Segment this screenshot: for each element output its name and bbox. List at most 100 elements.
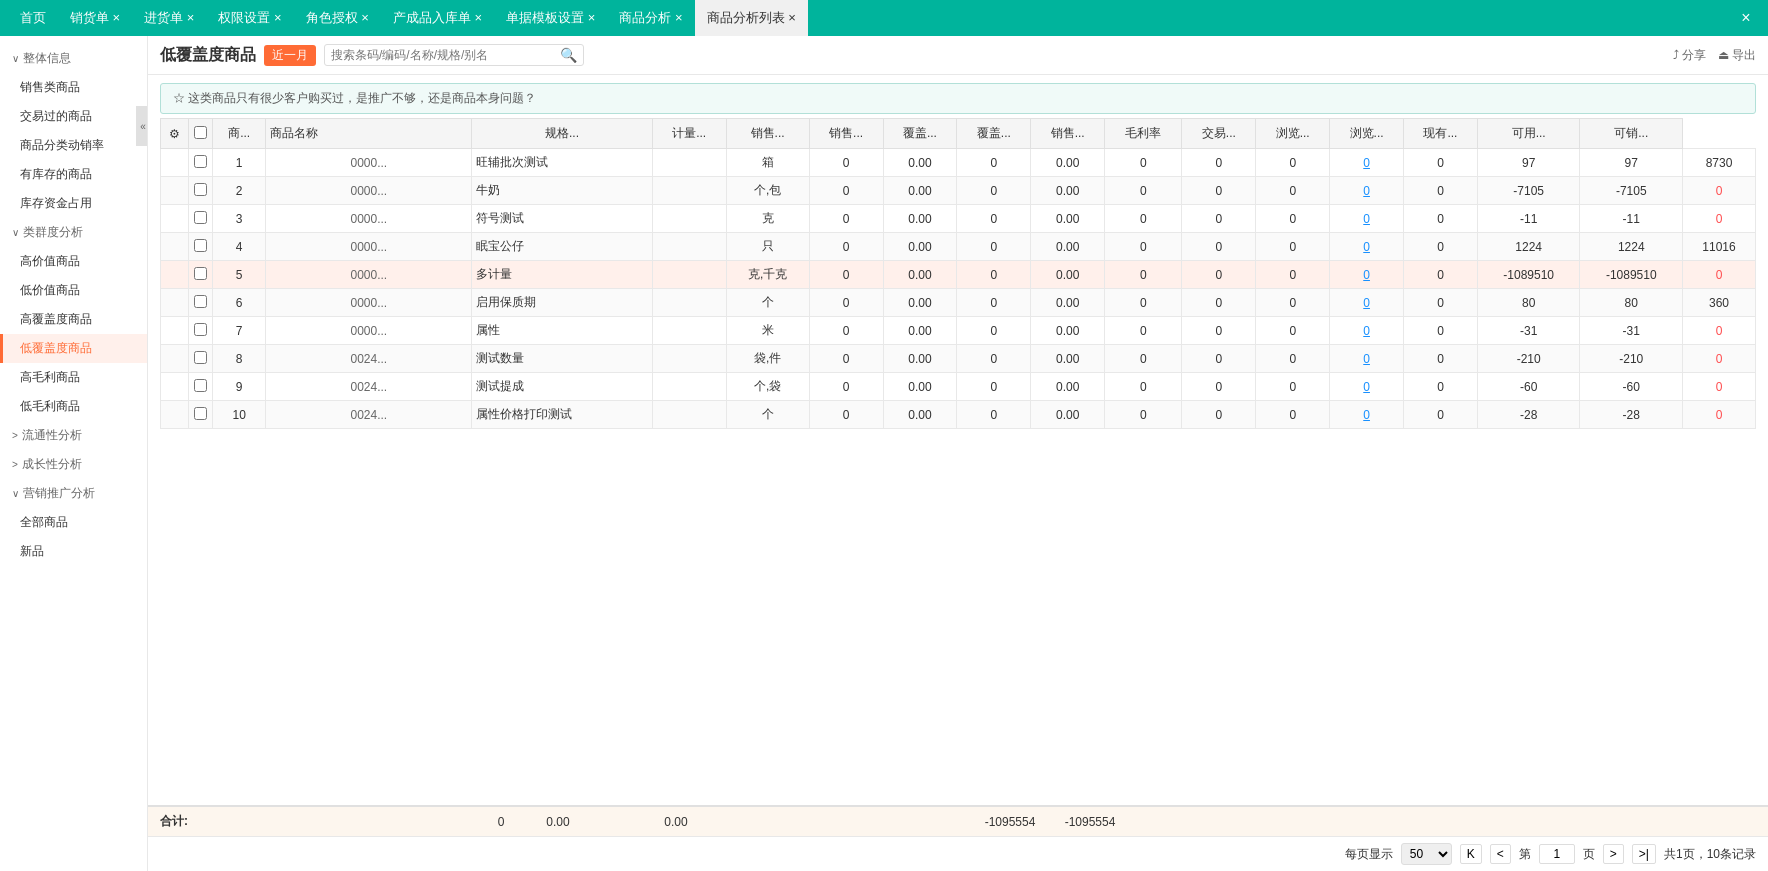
cell-check-5[interactable]: [189, 289, 213, 317]
cell-browse1-1[interactable]: 0: [1330, 177, 1404, 205]
table-row: 2 0000... 牛奶 个,包 0 0.00 0 0.00 0 0 0 0 0…: [161, 177, 1756, 205]
next-page-btn[interactable]: >: [1603, 844, 1624, 864]
cell-sales-count-3: 0: [809, 233, 883, 261]
sidebar-section-liquidity[interactable]: > 流通性分析: [0, 421, 147, 450]
cell-settings-0: [161, 149, 189, 177]
sidebar-item-category-rate[interactable]: 商品分类动销率: [0, 131, 147, 160]
nav-home[interactable]: 首页: [8, 0, 58, 36]
current-page-input[interactable]: [1539, 844, 1575, 864]
nav-product-storage[interactable]: 产成品入库单 ×: [381, 0, 494, 36]
sidebar-item-traded-products[interactable]: 交易过的商品: [0, 102, 147, 131]
cell-browse1-5[interactable]: 0: [1330, 289, 1404, 317]
row-checkbox-3[interactable]: [194, 239, 207, 252]
export-btn[interactable]: ⏏ 导出: [1718, 47, 1756, 64]
cell-browse1-0[interactable]: 0: [1330, 149, 1404, 177]
cell-browse2-2: 0: [1404, 205, 1478, 233]
cell-check-2[interactable]: [189, 205, 213, 233]
sidebar-item-stocked-products[interactable]: 有库存的商品: [0, 160, 147, 189]
cell-check-7[interactable]: [189, 345, 213, 373]
cell-trade-6: 0: [1256, 317, 1330, 345]
cell-browse1-4[interactable]: 0: [1330, 261, 1404, 289]
row-checkbox-8[interactable]: [194, 379, 207, 392]
cell-sales-count-5: 0: [809, 289, 883, 317]
sidebar-section-marketing[interactable]: ∨ 营销推广分析: [0, 479, 147, 508]
cell-check-6[interactable]: [189, 317, 213, 345]
prev-page-btn[interactable]: <: [1490, 844, 1511, 864]
row-checkbox-2[interactable]: [194, 211, 207, 224]
cell-browse1-7[interactable]: 0: [1330, 345, 1404, 373]
time-filter-btn[interactable]: 近一月: [264, 45, 316, 66]
cell-unit-1: 个,包: [726, 177, 809, 205]
nav-product-analysis-list[interactable]: 商品分析列表 ×: [695, 0, 808, 36]
row-checkbox-9[interactable]: [194, 407, 207, 420]
sidebar-item-high-margin[interactable]: 高毛利商品: [0, 363, 147, 392]
cell-sales3-6: 0: [1105, 317, 1182, 345]
sidebar-item-high-value[interactable]: 高价值商品: [0, 247, 147, 276]
share-btn[interactable]: ⤴ 分享: [1673, 47, 1706, 64]
select-all-checkbox[interactable]: [194, 126, 207, 139]
cell-check-4[interactable]: [189, 261, 213, 289]
nav-permission[interactable]: 权限设置 ×: [206, 0, 293, 36]
cell-check-9[interactable]: [189, 401, 213, 429]
cell-check-1[interactable]: [189, 177, 213, 205]
cell-check-8[interactable]: [189, 373, 213, 401]
sidebar-item-low-value[interactable]: 低价值商品: [0, 276, 147, 305]
sidebar-item-high-coverage[interactable]: 高覆盖度商品: [0, 305, 147, 334]
cell-cover2-2: 0.00: [1031, 205, 1105, 233]
col-header-browse2: 浏览...: [1330, 119, 1404, 149]
cell-check-0[interactable]: [189, 149, 213, 177]
sidebar-section-overall[interactable]: ∨ 整体信息: [0, 44, 147, 73]
cell-settings-7: [161, 345, 189, 373]
cell-code-2: 0000...: [266, 205, 472, 233]
col-header-check[interactable]: [189, 119, 213, 149]
sidebar-item-all-products[interactable]: 全部商品: [0, 508, 147, 537]
cell-sales-amount-9: 0.00: [883, 401, 957, 429]
cell-gross-9: 0: [1182, 401, 1256, 429]
cell-browse1-9[interactable]: 0: [1330, 401, 1404, 429]
expand-icon-2: ∨: [12, 227, 19, 238]
cell-name-2: 符号测试: [472, 205, 652, 233]
cell-code-3: 0000...: [266, 233, 472, 261]
nav-role-auth[interactable]: 角色授权 ×: [294, 0, 381, 36]
col-header-settings[interactable]: ⚙: [161, 119, 189, 149]
cell-browse1-8[interactable]: 0: [1330, 373, 1404, 401]
cell-sales-amount-7: 0.00: [883, 345, 957, 373]
cell-sales3-3: 0: [1105, 233, 1182, 261]
total-sales-count: 0: [476, 815, 526, 829]
nav-close-btn[interactable]: ×: [1732, 4, 1760, 32]
sidebar-item-sales-products[interactable]: 销售类商品: [0, 73, 147, 102]
nav-sales-order[interactable]: 销货单 ×: [58, 0, 132, 36]
row-checkbox-5[interactable]: [194, 295, 207, 308]
row-checkbox-4[interactable]: [194, 267, 207, 280]
cell-no-3: 4: [213, 233, 266, 261]
table-container[interactable]: ⚙ 商... 商品名称 规格... 计量... 销售... 销售... 覆盖..…: [160, 118, 1756, 805]
cell-browse1-3[interactable]: 0: [1330, 233, 1404, 261]
sidebar-item-low-coverage[interactable]: 低覆盖度商品: [0, 334, 147, 363]
cell-sales3-1: 0: [1105, 177, 1182, 205]
first-page-btn[interactable]: K: [1460, 844, 1482, 864]
info-banner: ☆ 这类商品只有很少客户购买过，是推广不够，还是商品本身问题？: [160, 83, 1756, 114]
sidebar-item-inventory-capital[interactable]: 库存资金占用: [0, 189, 147, 218]
col-header-spec: 规格...: [472, 119, 652, 149]
sidebar-section-growth[interactable]: > 成长性分析: [0, 450, 147, 479]
cell-browse1-2[interactable]: 0: [1330, 205, 1404, 233]
nav-purchase-order[interactable]: 进货单 ×: [132, 0, 206, 36]
cell-current-stock-0: 97: [1477, 149, 1580, 177]
sidebar-item-low-margin[interactable]: 低毛利商品: [0, 392, 147, 421]
cell-trade-7: 0: [1256, 345, 1330, 373]
row-checkbox-7[interactable]: [194, 351, 207, 364]
row-checkbox-1[interactable]: [194, 183, 207, 196]
sidebar-item-new-products[interactable]: 新品: [0, 537, 147, 566]
sidebar-section-cluster[interactable]: ∨ 类群度分析: [0, 218, 147, 247]
nav-product-analysis[interactable]: 商品分析 ×: [607, 0, 694, 36]
row-checkbox-6[interactable]: [194, 323, 207, 336]
sidebar-collapse-btn[interactable]: «: [136, 106, 148, 146]
row-checkbox-0[interactable]: [194, 155, 207, 168]
last-page-btn[interactable]: >|: [1632, 844, 1656, 864]
cell-check-3[interactable]: [189, 233, 213, 261]
search-input[interactable]: [331, 48, 560, 62]
cell-sales3-5: 0: [1105, 289, 1182, 317]
cell-browse1-6[interactable]: 0: [1330, 317, 1404, 345]
nav-template[interactable]: 单据模板设置 ×: [494, 0, 607, 36]
per-page-select[interactable]: 50 20 100: [1401, 843, 1452, 865]
